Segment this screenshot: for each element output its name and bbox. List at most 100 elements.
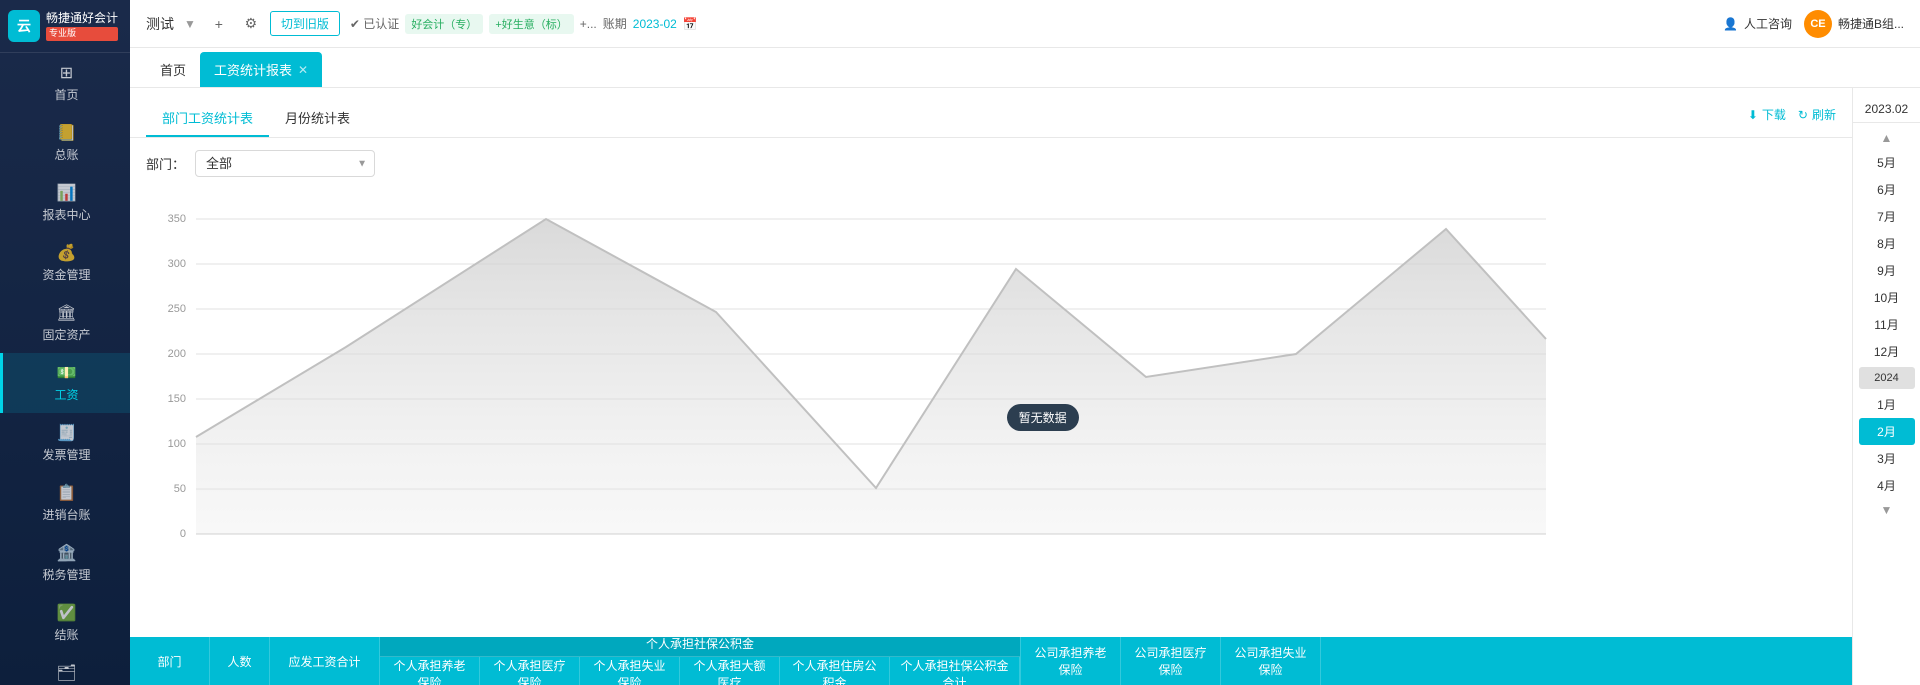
subtab-dept[interactable]: 部门工资统计表 bbox=[146, 100, 269, 137]
sidebar-item-sales[interactable]: 📋 进销台账 bbox=[0, 473, 130, 533]
period-value: 2023-02 bbox=[633, 17, 677, 31]
tag-good-accounting: 好会计（专） bbox=[405, 14, 483, 34]
th-total-salary: 应发工资合计 bbox=[270, 637, 380, 685]
date-item-3[interactable]: 3月 bbox=[1859, 445, 1915, 472]
dropdown-arrow-icon[interactable]: ▼ bbox=[184, 17, 196, 31]
certified-status: ✔ 已认证 bbox=[350, 15, 399, 32]
svg-text:150: 150 bbox=[168, 393, 186, 405]
svg-text:350: 350 bbox=[168, 213, 186, 225]
calendar-icon[interactable]: 📅 bbox=[683, 17, 698, 31]
svg-text:50: 50 bbox=[174, 483, 186, 495]
sidebar-item-assets[interactable]: 🏛 固定资产 bbox=[0, 293, 130, 353]
topbar: 测试 ▼ + ⚙ 切到旧版 ✔ 已认证 好会计（专） +好生意（标） +... … bbox=[130, 0, 1920, 48]
tabbar: 首页 工资统计报表 ✕ bbox=[130, 48, 1920, 88]
svg-text:300: 300 bbox=[168, 258, 186, 270]
date-item-1[interactable]: 1月 bbox=[1859, 391, 1915, 418]
year-2024-label: 2024 bbox=[1859, 367, 1915, 389]
help-icon: 👤 bbox=[1723, 17, 1738, 31]
logo-icon: 云 bbox=[8, 10, 40, 42]
ledger-icon: 📒 bbox=[57, 123, 77, 143]
filter-row: 部门： 全部 销售部 财务部 技术部 ▼ bbox=[130, 138, 1852, 189]
date-nav-down[interactable]: ▼ bbox=[1877, 499, 1897, 521]
download-button[interactable]: ⬇ 下载 bbox=[1748, 106, 1786, 123]
date-item-7[interactable]: 7月 bbox=[1859, 203, 1915, 230]
refresh-icon: ↻ bbox=[1798, 108, 1808, 122]
date-item-5[interactable]: 5月 bbox=[1859, 149, 1915, 176]
sidebar-item-funds[interactable]: 💰 资金管理 bbox=[0, 233, 130, 293]
th-company-pension: 公司承担养老保险 bbox=[1021, 637, 1121, 685]
main-area: 测试 ▼ + ⚙ 切到旧版 ✔ 已认证 好会计（专） +好生意（标） +... … bbox=[130, 0, 1920, 685]
settle-icon: ✅ bbox=[57, 603, 77, 623]
download-icon: ⬇ bbox=[1748, 108, 1758, 122]
content-area: 部门工资统计表 月份统计表 ⬇ 下载 ↻ 刷新 bbox=[130, 88, 1920, 685]
topbar-title: 测试 bbox=[146, 14, 174, 34]
archive-icon: 🗂 bbox=[56, 663, 76, 683]
th-personal-unemployment: 个人承担失业保险 bbox=[580, 657, 680, 685]
dept-filter-label: 部门： bbox=[146, 154, 185, 173]
assets-icon: 🏛 bbox=[56, 303, 76, 323]
refresh-button[interactable]: ↻ 刷新 bbox=[1798, 106, 1836, 123]
switch-version-button[interactable]: 切到旧版 bbox=[270, 11, 340, 36]
sidebar: 云 畅捷通好会计 专业版 ⊞ 首页 📒 总账 📊 报表中心 💰 资金管理 🏛 固… bbox=[0, 0, 130, 685]
th-dept: 部门 bbox=[130, 637, 210, 685]
topbar-status: ✔ 已认证 好会计（专） +好生意（标） +... 账期 2023-02 📅 bbox=[350, 14, 698, 34]
th-group-label: 个人承担社保公积金 bbox=[380, 637, 1020, 657]
svg-text:100: 100 bbox=[168, 438, 186, 450]
invoice-icon: 🧾 bbox=[57, 423, 77, 443]
sidebar-item-invoice[interactable]: 🧾 发票管理 bbox=[0, 413, 130, 473]
th-count: 人数 bbox=[210, 637, 270, 685]
subtabs: 部门工资统计表 月份统计表 ⬇ 下载 ↻ 刷新 bbox=[130, 88, 1852, 138]
date-item-8[interactable]: 8月 bbox=[1859, 230, 1915, 257]
add-button[interactable]: + bbox=[206, 11, 232, 37]
dept-select[interactable]: 全部 销售部 财务部 技术部 bbox=[195, 150, 375, 177]
sidebar-item-settle[interactable]: ✅ 结账 bbox=[0, 593, 130, 653]
dept-select-wrapper: 全部 销售部 财务部 技术部 ▼ bbox=[195, 150, 375, 177]
th-company-unemployment: 公司承担失业保险 bbox=[1221, 637, 1321, 685]
tab-home[interactable]: 首页 bbox=[146, 52, 200, 87]
sidebar-item-home[interactable]: ⊞ 首页 bbox=[0, 53, 130, 113]
sidebar-item-reports[interactable]: 📊 报表中心 bbox=[0, 173, 130, 233]
chart-area: 350 300 250 200 150 100 50 0 暂无数据 bbox=[130, 189, 1852, 637]
sales-icon: 📋 bbox=[57, 483, 77, 503]
sidebar-item-tax[interactable]: 🏦 税务管理 bbox=[0, 533, 130, 593]
date-nav-up[interactable]: ▲ bbox=[1877, 127, 1897, 149]
date-item-2-active[interactable]: 2月 bbox=[1859, 418, 1915, 445]
topbar-actions: + ⚙ 切到旧版 bbox=[206, 11, 340, 37]
logo-text: 畅捷通好会计 专业版 bbox=[46, 11, 118, 40]
period-label: 账期 bbox=[603, 15, 627, 32]
topbar-right: 👤 人工咨询 CE 畅捷通B组... bbox=[1723, 10, 1904, 38]
date-item-12[interactable]: 12月 bbox=[1859, 338, 1915, 365]
date-display: 2023.02 bbox=[1853, 96, 1920, 123]
right-date-panel: 2023.02 ▲ 5月 6月 7月 8月 9月 10月 11月 12月 202… bbox=[1852, 88, 1920, 685]
svg-text:0: 0 bbox=[180, 528, 186, 540]
date-item-6[interactable]: 6月 bbox=[1859, 176, 1915, 203]
sidebar-item-salary[interactable]: 💵 工资 bbox=[0, 353, 130, 413]
date-item-11[interactable]: 11月 bbox=[1859, 311, 1915, 338]
th-personal-pension: 个人承担养老保险 bbox=[380, 657, 480, 685]
content-main: 部门工资统计表 月份统计表 ⬇ 下载 ↻ 刷新 bbox=[130, 88, 1852, 685]
date-item-9[interactable]: 9月 bbox=[1859, 257, 1915, 284]
th-personal-medical: 个人承担医疗保险 bbox=[480, 657, 580, 685]
reports-icon: 📊 bbox=[57, 183, 77, 203]
subtab-monthly[interactable]: 月份统计表 bbox=[269, 100, 366, 137]
tax-icon: 🏦 bbox=[57, 543, 77, 563]
tab-close-icon[interactable]: ✕ bbox=[298, 63, 308, 77]
sidebar-item-archive[interactable]: 🗂 归档管理 bbox=[0, 653, 130, 685]
salary-icon: 💵 bbox=[57, 363, 77, 383]
th-personal-total: 个人承担社保公积金合计 bbox=[890, 657, 1020, 685]
th-personal-major-medical: 个人承担大额医疗 bbox=[680, 657, 780, 685]
app-logo: 云 畅捷通好会计 专业版 bbox=[0, 0, 130, 53]
funds-icon: 💰 bbox=[57, 243, 77, 263]
tab-salary-report[interactable]: 工资统计报表 ✕ bbox=[200, 52, 322, 87]
date-item-4[interactable]: 4月 bbox=[1859, 472, 1915, 499]
tag-good-business: +好生意（标） bbox=[489, 14, 573, 34]
svg-text:200: 200 bbox=[168, 348, 186, 360]
help-button[interactable]: 👤 人工咨询 bbox=[1723, 15, 1792, 32]
tag-more: +... bbox=[580, 17, 597, 31]
sidebar-nav: ⊞ 首页 📒 总账 📊 报表中心 💰 资金管理 🏛 固定资产 💵 工资 🧾 发票… bbox=[0, 53, 130, 685]
user-menu[interactable]: CE 畅捷通B组... bbox=[1804, 10, 1904, 38]
th-personal-housing: 个人承担住房公积金 bbox=[780, 657, 890, 685]
date-item-10[interactable]: 10月 bbox=[1859, 284, 1915, 311]
topbar-settings-button[interactable]: ⚙ bbox=[238, 11, 264, 37]
sidebar-item-ledger[interactable]: 📒 总账 bbox=[0, 113, 130, 173]
